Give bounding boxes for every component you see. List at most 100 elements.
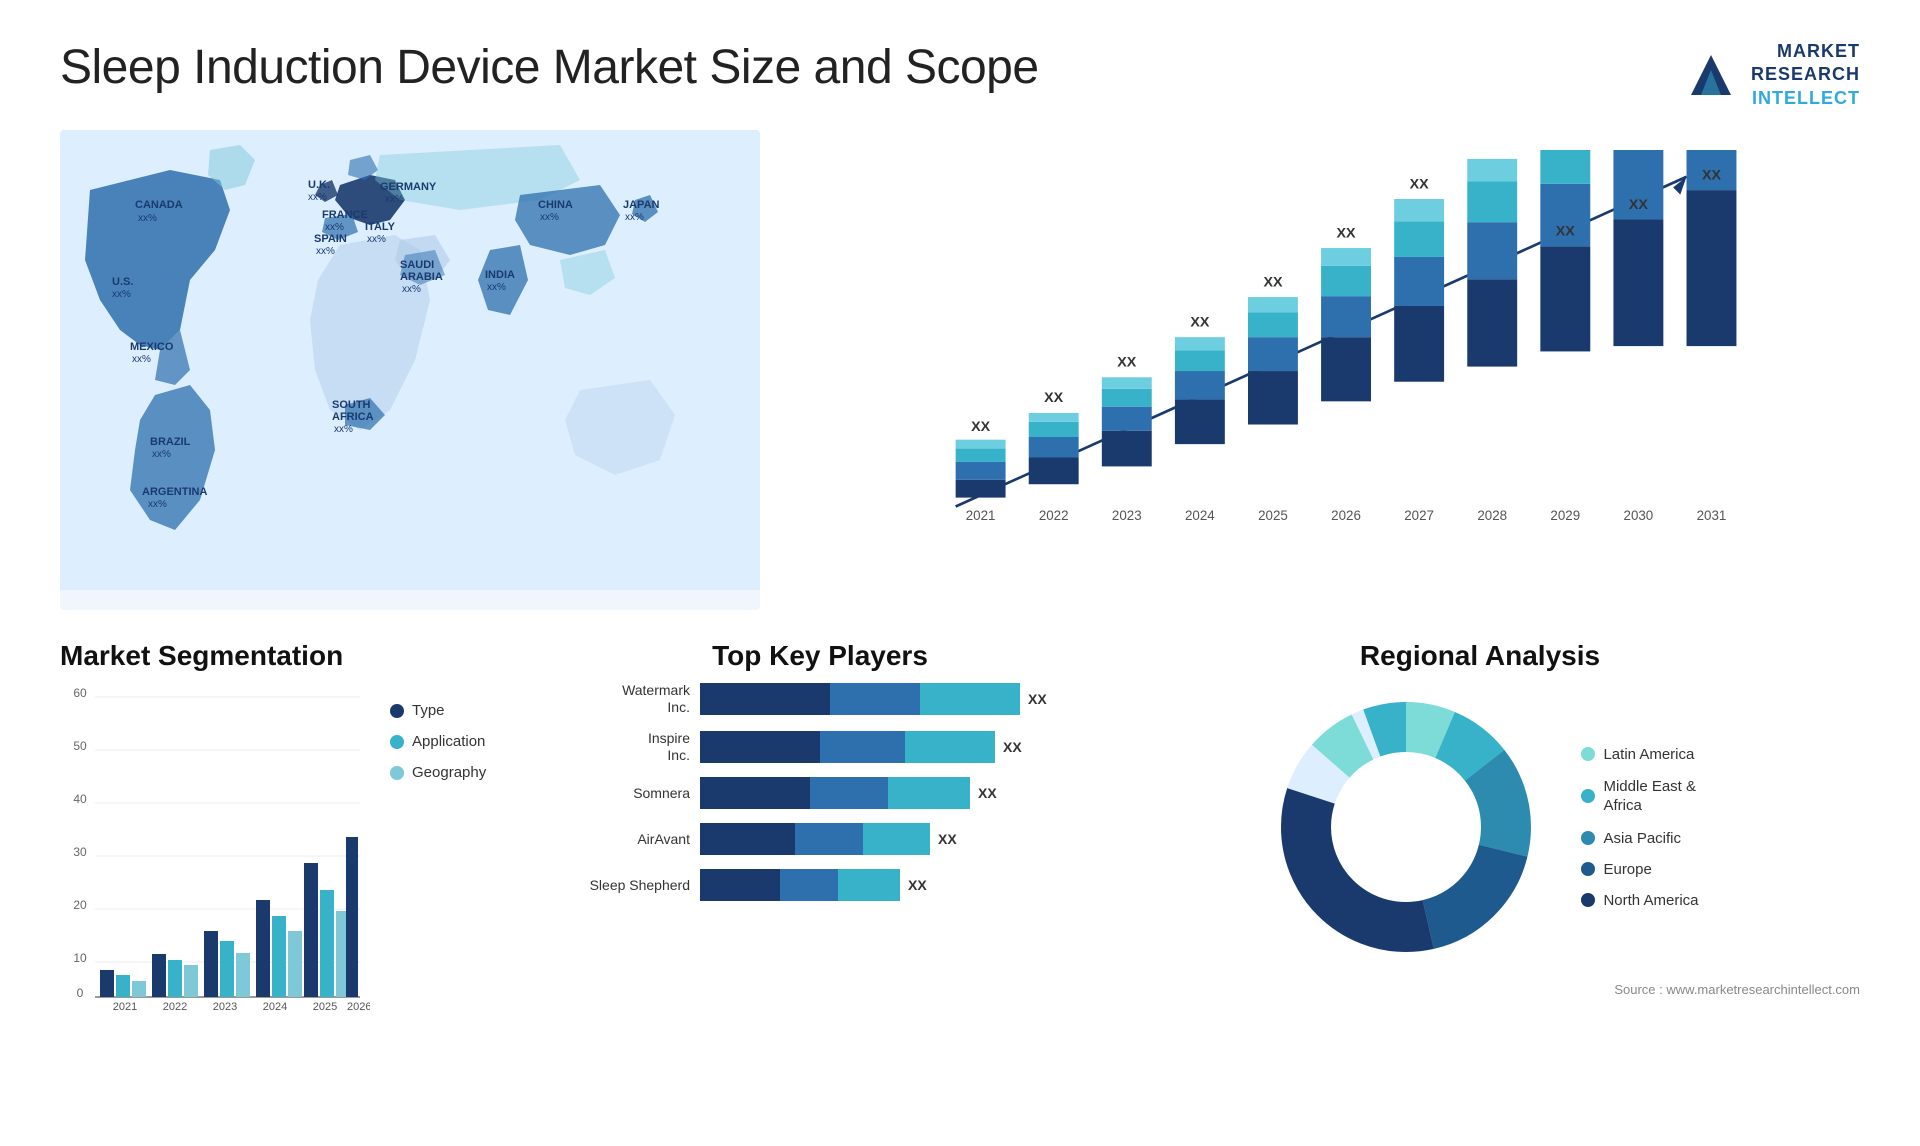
legend-geography: Geography bbox=[390, 764, 520, 781]
donut-svg bbox=[1261, 682, 1551, 972]
svg-text:XX: XX bbox=[1702, 168, 1722, 184]
legend-asia-pacific: Asia Pacific bbox=[1581, 830, 1698, 847]
svg-text:CHINA: CHINA bbox=[538, 199, 573, 211]
svg-text:xx%: xx% bbox=[112, 289, 131, 300]
legend-type: Type bbox=[390, 702, 520, 719]
logo: MARKET RESEARCH INTELLECT bbox=[1681, 40, 1860, 110]
svg-text:U.K.: U.K. bbox=[308, 179, 330, 191]
svg-text:xx%: xx% bbox=[316, 246, 335, 257]
player-row-watermark: WatermarkInc. XX bbox=[580, 682, 1060, 716]
svg-text:0: 0 bbox=[77, 986, 84, 1000]
svg-text:ITALY: ITALY bbox=[365, 221, 396, 233]
legend-application: Application bbox=[390, 733, 520, 750]
svg-text:xx%: xx% bbox=[308, 192, 327, 203]
svg-text:xx%: xx% bbox=[132, 354, 151, 365]
bar-chart-svg: XX 2021 XX 2022 XX 2023 bbox=[820, 150, 1840, 560]
svg-text:xx%: xx% bbox=[402, 284, 421, 295]
svg-text:AFRICA: AFRICA bbox=[332, 411, 374, 423]
svg-text:XX: XX bbox=[1556, 224, 1576, 240]
player-row-airavant: AirAvant XX bbox=[580, 823, 1060, 855]
players-title: Top Key Players bbox=[580, 640, 1060, 672]
svg-text:2026: 2026 bbox=[1331, 508, 1361, 523]
svg-text:2023: 2023 bbox=[1112, 508, 1142, 523]
header: Sleep Induction Device Market Size and S… bbox=[60, 40, 1860, 110]
source-text: Source : www.marketresearchintellect.com bbox=[1100, 982, 1860, 997]
svg-text:60: 60 bbox=[73, 686, 87, 700]
svg-text:GERMANY: GERMANY bbox=[380, 181, 437, 193]
bar-chart-container: XX 2021 XX 2022 XX 2023 bbox=[800, 130, 1860, 610]
player-row-inspire: InspireInc. XX bbox=[580, 730, 1060, 764]
svg-text:2023: 2023 bbox=[213, 1001, 237, 1013]
svg-text:XX: XX bbox=[1044, 390, 1064, 406]
svg-text:2031: 2031 bbox=[1697, 508, 1727, 523]
svg-text:xx%: xx% bbox=[385, 194, 404, 205]
players-list: WatermarkInc. XX InspireInc. bbox=[580, 682, 1060, 901]
segmentation-chart: 60 50 40 30 20 10 0 bbox=[60, 682, 540, 1022]
svg-text:2022: 2022 bbox=[163, 1001, 187, 1013]
svg-text:2028: 2028 bbox=[1477, 508, 1507, 523]
svg-text:xx%: xx% bbox=[138, 213, 157, 224]
logo-icon bbox=[1681, 45, 1741, 105]
svg-text:2027: 2027 bbox=[1404, 508, 1434, 523]
svg-text:MEXICO: MEXICO bbox=[130, 341, 174, 353]
svg-text:xx%: xx% bbox=[367, 234, 386, 245]
legend-north-america: North America bbox=[1581, 892, 1698, 909]
svg-text:CANADA: CANADA bbox=[135, 199, 183, 211]
svg-text:XX: XX bbox=[1190, 315, 1210, 331]
top-section: CANADA xx% U.S. xx% MEXICO xx% BRAZIL xx… bbox=[60, 130, 1860, 610]
svg-text:XX: XX bbox=[1629, 197, 1649, 213]
svg-text:2030: 2030 bbox=[1624, 508, 1654, 523]
svg-text:20: 20 bbox=[73, 898, 87, 912]
svg-text:xx%: xx% bbox=[325, 222, 344, 233]
players-container: Top Key Players WatermarkInc. XX bbox=[580, 640, 1060, 1100]
regional-title: Regional Analysis bbox=[1100, 640, 1860, 672]
svg-text:ARABIA: ARABIA bbox=[400, 271, 443, 283]
regional-chart: Latin America Middle East &Africa Asia P… bbox=[1100, 682, 1860, 972]
legend-middle-east-africa: Middle East &Africa bbox=[1581, 777, 1698, 816]
svg-text:JAPAN: JAPAN bbox=[623, 199, 660, 211]
svg-text:2025: 2025 bbox=[1258, 508, 1288, 523]
svg-text:2024: 2024 bbox=[263, 1001, 287, 1013]
svg-text:2029: 2029 bbox=[1550, 508, 1580, 523]
svg-text:BRAZIL: BRAZIL bbox=[150, 436, 191, 448]
bottom-section: Market Segmentation 60 50 40 30 20 10 0 bbox=[60, 640, 1860, 1100]
player-row-sleep-shepherd: Sleep Shepherd XX bbox=[580, 869, 1060, 901]
segmentation-title: Market Segmentation bbox=[60, 640, 540, 672]
svg-text:FRANCE: FRANCE bbox=[322, 209, 368, 221]
page: Sleep Induction Device Market Size and S… bbox=[0, 0, 1920, 1146]
world-map-container: CANADA xx% U.S. xx% MEXICO xx% BRAZIL xx… bbox=[60, 130, 760, 610]
svg-text:xx%: xx% bbox=[152, 449, 171, 460]
segmentation-svg: 60 50 40 30 20 10 0 bbox=[60, 682, 370, 1022]
svg-text:SAUDI: SAUDI bbox=[400, 259, 434, 271]
svg-text:xx%: xx% bbox=[334, 424, 353, 435]
svg-text:xx%: xx% bbox=[148, 499, 167, 510]
svg-text:xx%: xx% bbox=[625, 212, 644, 223]
svg-text:2024: 2024 bbox=[1185, 508, 1215, 523]
svg-text:2025: 2025 bbox=[313, 1001, 337, 1013]
svg-text:ARGENTINA: ARGENTINA bbox=[142, 486, 207, 498]
segmentation-container: Market Segmentation 60 50 40 30 20 10 0 bbox=[60, 640, 540, 1100]
svg-text:XX: XX bbox=[1117, 355, 1137, 371]
player-row-somnera: Somnera XX bbox=[580, 777, 1060, 809]
svg-text:2026: 2026 bbox=[347, 1001, 370, 1013]
legend-dot-geography bbox=[390, 766, 404, 780]
svg-text:XX: XX bbox=[1483, 150, 1503, 154]
svg-text:XX: XX bbox=[1410, 176, 1430, 192]
regional-container: Regional Analysis bbox=[1100, 640, 1860, 1100]
legend-dot-type bbox=[390, 704, 404, 718]
regional-legend: Latin America Middle East &Africa Asia P… bbox=[1581, 746, 1698, 909]
svg-text:30: 30 bbox=[73, 845, 87, 859]
svg-text:2021: 2021 bbox=[113, 1001, 137, 1013]
svg-text:10: 10 bbox=[73, 951, 87, 965]
svg-text:SOUTH: SOUTH bbox=[332, 399, 371, 411]
svg-text:XX: XX bbox=[971, 419, 991, 435]
svg-text:40: 40 bbox=[73, 792, 87, 806]
legend-latin-america: Latin America bbox=[1581, 746, 1698, 763]
svg-text:XX: XX bbox=[1337, 226, 1357, 242]
svg-text:2022: 2022 bbox=[1039, 508, 1069, 523]
svg-text:XX: XX bbox=[1263, 275, 1283, 291]
segmentation-legend: Type Application Geography bbox=[390, 682, 520, 1022]
svg-text:xx%: xx% bbox=[487, 282, 506, 293]
logo-text: MARKET RESEARCH INTELLECT bbox=[1751, 40, 1860, 110]
svg-text:xx%: xx% bbox=[540, 212, 559, 223]
